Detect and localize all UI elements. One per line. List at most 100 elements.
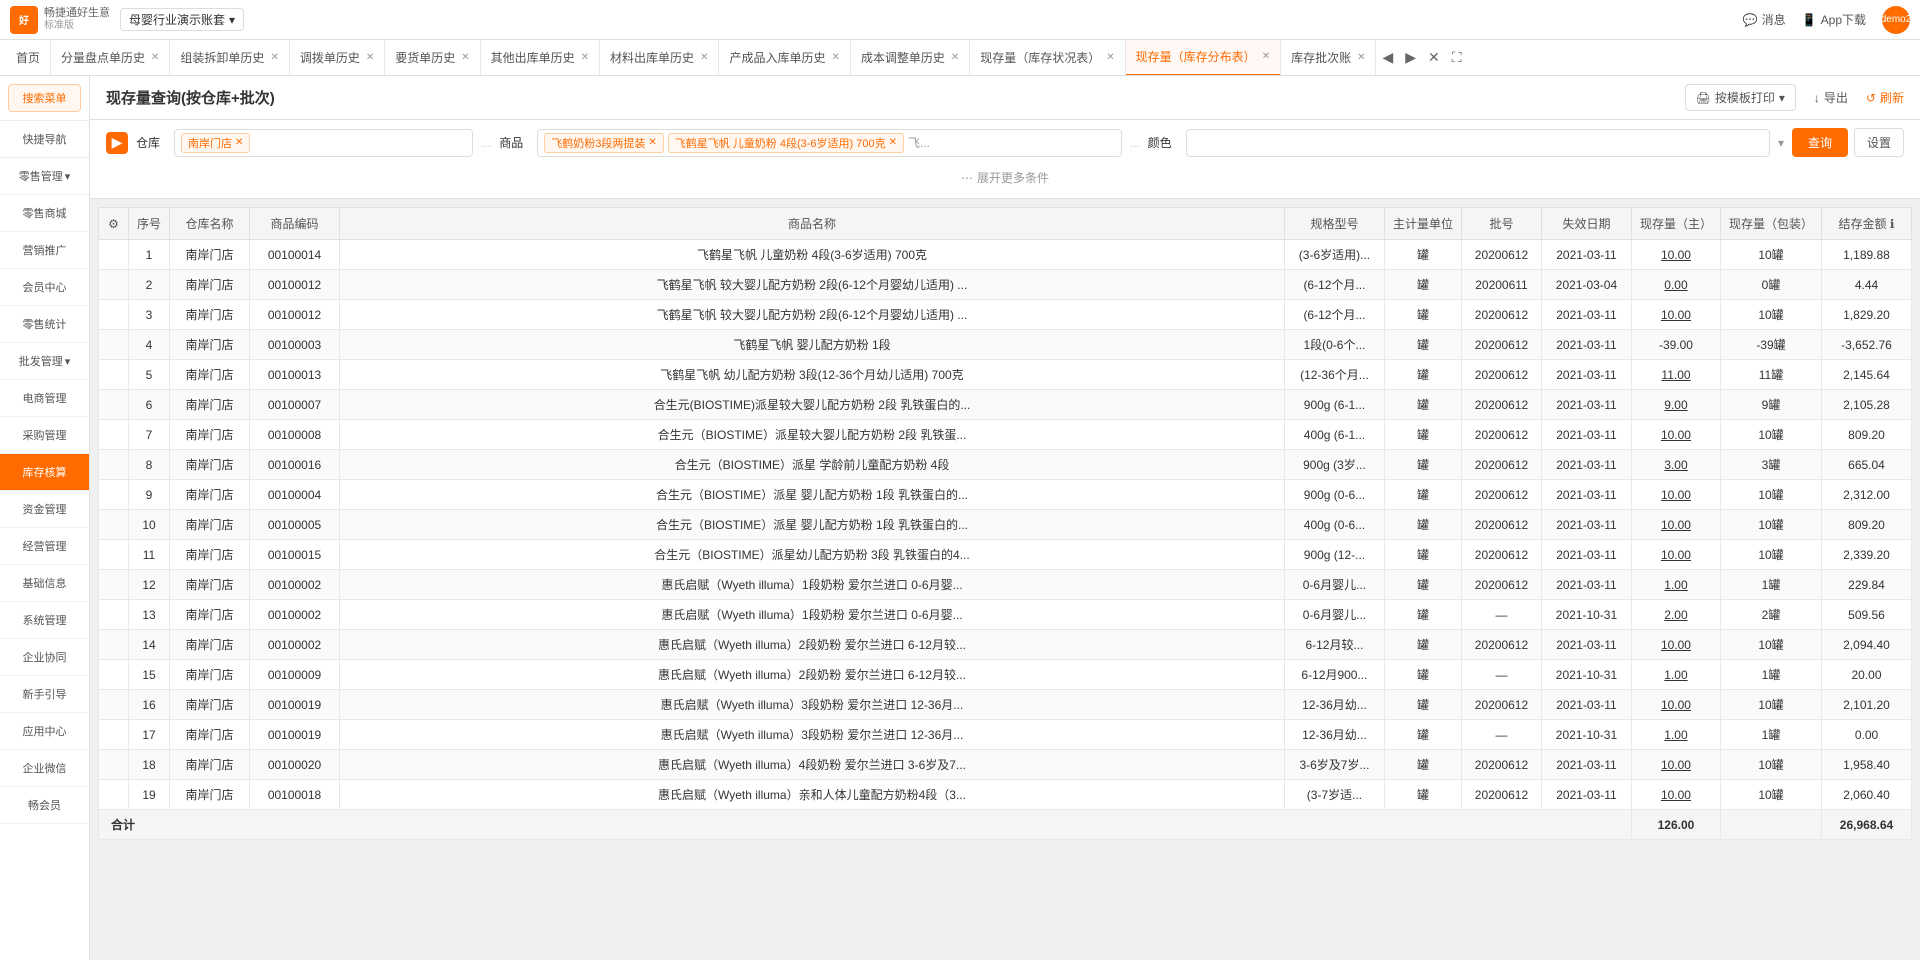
tab-close-stock-dist[interactable]: ✕: [1262, 51, 1270, 62]
cell-code: 00100019: [250, 720, 340, 750]
cell-stock-main[interactable]: 10.00: [1631, 480, 1720, 510]
tab-stock-status[interactable]: 现存量（库存状况表） ✕: [970, 40, 1125, 76]
sidebar-item-retail-shop[interactable]: 零售商城: [0, 195, 89, 232]
cell-stock-main[interactable]: 2.00: [1631, 600, 1720, 630]
print-btn[interactable]: 🖨 按模板打印 ▾: [1685, 84, 1796, 111]
tab-close-disassemble[interactable]: ✕: [270, 52, 278, 63]
cell-warehouse: 南岸门店: [170, 240, 250, 270]
sidebar-item-app-center[interactable]: 应用中心: [0, 713, 89, 750]
tab-close-material-out[interactable]: ✕: [700, 52, 708, 63]
tab-close-adjust[interactable]: ✕: [366, 52, 374, 63]
sidebar-item-inventory[interactable]: 库存核算: [0, 454, 89, 491]
sidebar-item-system[interactable]: 系统管理: [0, 602, 89, 639]
sidebar-item-ecommerce[interactable]: 电商管理: [0, 380, 89, 417]
col-header-num: 序号: [129, 208, 170, 240]
tab-product-in[interactable]: 产成品入库单历史 ✕: [719, 40, 850, 76]
tab-stock-dist[interactable]: 现存量（库存分布表） ✕: [1126, 40, 1281, 76]
tab-fullscreen[interactable]: ⛶: [1446, 49, 1468, 66]
tab-close-cost-adj[interactable]: ✕: [951, 52, 959, 63]
col-header-settings[interactable]: ⚙: [99, 208, 129, 240]
sidebar-item-member[interactable]: 会员中心: [0, 269, 89, 306]
filter-divider-1: ...: [481, 136, 491, 150]
cell-settings: [99, 330, 129, 360]
tab-nav-next[interactable]: ▶: [1399, 49, 1422, 66]
tab-requisition[interactable]: 要货单历史 ✕: [385, 40, 480, 76]
query-btn[interactable]: 查询: [1792, 128, 1848, 157]
cell-code: 00100019: [250, 690, 340, 720]
cell-stock-main[interactable]: 10.00: [1631, 300, 1720, 330]
cell-unit: 罐: [1384, 480, 1461, 510]
search-menu-btn[interactable]: 搜索菜单: [8, 84, 81, 112]
org-selector[interactable]: 母婴行业演示账套 ▾: [120, 8, 244, 31]
avatar[interactable]: demo2: [1882, 6, 1910, 34]
expand-more-btn[interactable]: ⋯ 展开更多条件: [957, 165, 1053, 190]
cell-stock-main[interactable]: 1.00: [1631, 660, 1720, 690]
cell-settings: [99, 540, 129, 570]
color-dropdown-icon[interactable]: ▾: [1778, 136, 1784, 150]
quick-nav-btn[interactable]: 快捷导航: [0, 125, 89, 153]
app-download-btn[interactable]: 📱 App下载: [1802, 11, 1866, 28]
cell-batch: 20200612: [1461, 510, 1541, 540]
cell-stock-main[interactable]: 3.00: [1631, 450, 1720, 480]
message-btn[interactable]: 💬 消息: [1743, 11, 1786, 28]
sidebar-item-marketing[interactable]: 营销推广: [0, 232, 89, 269]
tab-nav-prev[interactable]: ◀: [1376, 49, 1399, 66]
tab-adjust[interactable]: 调拨单历史 ✕: [290, 40, 385, 76]
cell-stock-main[interactable]: 10.00: [1631, 690, 1720, 720]
cell-stock-main[interactable]: -39.00: [1631, 330, 1720, 360]
cell-stock-main[interactable]: 0.00: [1631, 270, 1720, 300]
sidebar-item-guide[interactable]: 新手引导: [0, 676, 89, 713]
tab-close-split[interactable]: ✕: [151, 52, 159, 63]
cell-expire: 2021-03-11: [1541, 750, 1631, 780]
tab-split[interactable]: 分量盘点单历史 ✕: [51, 40, 170, 76]
tab-batch-voucher[interactable]: 库存批次账 ✕: [1281, 40, 1376, 76]
cell-stock-main[interactable]: 10.00: [1631, 750, 1720, 780]
product-tag-2-close[interactable]: ✕: [889, 137, 897, 148]
sidebar-item-retail-stats[interactable]: 零售统计: [0, 306, 89, 343]
cell-stock-main[interactable]: 1.00: [1631, 570, 1720, 600]
tab-disassemble[interactable]: 组装拆卸单历史 ✕: [170, 40, 289, 76]
color-filter[interactable]: [1186, 129, 1770, 157]
tab-close-all[interactable]: ✕: [1422, 49, 1446, 66]
cell-stock-main[interactable]: 10.00: [1631, 780, 1720, 810]
tab-material-out[interactable]: 材料出库单历史 ✕: [600, 40, 719, 76]
tab-close-requisition[interactable]: ✕: [461, 52, 469, 63]
sidebar-item-retail[interactable]: 零售管理 ▾: [0, 158, 89, 195]
sidebar-item-corp-wechat[interactable]: 企业微信: [0, 750, 89, 787]
tab-close-stock-status[interactable]: ✕: [1106, 52, 1114, 63]
cell-stock-main[interactable]: 10.00: [1631, 540, 1720, 570]
tab-close-batch-voucher[interactable]: ✕: [1357, 52, 1365, 63]
tab-close-other-out[interactable]: ✕: [581, 52, 589, 63]
cell-expire: 2021-03-11: [1541, 420, 1631, 450]
product-tag-1-close[interactable]: ✕: [648, 137, 656, 148]
cell-stock-main[interactable]: 10.00: [1631, 240, 1720, 270]
cell-stock-main[interactable]: 1.00: [1631, 720, 1720, 750]
cell-stock-main[interactable]: 10.00: [1631, 630, 1720, 660]
tab-home[interactable]: 首页: [6, 40, 51, 76]
settings-btn[interactable]: 设置: [1854, 128, 1904, 157]
sidebar-item-wholesale[interactable]: 批发管理 ▾: [0, 343, 89, 380]
tab-close-product-in[interactable]: ✕: [831, 52, 839, 63]
tab-cost-adj[interactable]: 成本调整单历史 ✕: [851, 40, 970, 76]
warehouse-filter[interactable]: 南岸门店 ✕: [174, 129, 473, 157]
cell-expire: 2021-03-11: [1541, 780, 1631, 810]
sidebar-item-finance[interactable]: 资金管理: [0, 491, 89, 528]
sidebar-item-base[interactable]: 基础信息: [0, 565, 89, 602]
sidebar-item-collab[interactable]: 企业协同: [0, 639, 89, 676]
filter-toggle-btn[interactable]: ▶: [106, 132, 128, 154]
sidebar-item-member2[interactable]: 畅会员: [0, 787, 89, 824]
cell-stock-main[interactable]: 10.00: [1631, 420, 1720, 450]
refresh-btn[interactable]: ↺ 刷新: [1866, 89, 1904, 106]
cell-stock-main[interactable]: 10.00: [1631, 510, 1720, 540]
page-header: 现存量查询(按仓库+批次) 🖨 按模板打印 ▾ ↓ 导出 ↺ 刷新: [90, 76, 1920, 120]
sidebar-item-ops[interactable]: 经营管理: [0, 528, 89, 565]
warehouse-tag-close[interactable]: ✕: [235, 137, 243, 148]
product-filter[interactable]: 飞鹤奶粉3段两提装 ✕ 飞鹤星飞帆 儿童奶粉 4段(3-6岁适用) 700克 ✕…: [537, 129, 1121, 157]
sidebar-item-purchase[interactable]: 采购管理: [0, 417, 89, 454]
product-more[interactable]: 飞...: [908, 134, 930, 151]
tab-other-out[interactable]: 其他出库单历史 ✕: [481, 40, 600, 76]
cell-stock-main[interactable]: 9.00: [1631, 390, 1720, 420]
export-btn[interactable]: ↓ 导出: [1804, 85, 1858, 110]
cell-stock-main[interactable]: 11.00: [1631, 360, 1720, 390]
cell-num: 14: [129, 630, 170, 660]
